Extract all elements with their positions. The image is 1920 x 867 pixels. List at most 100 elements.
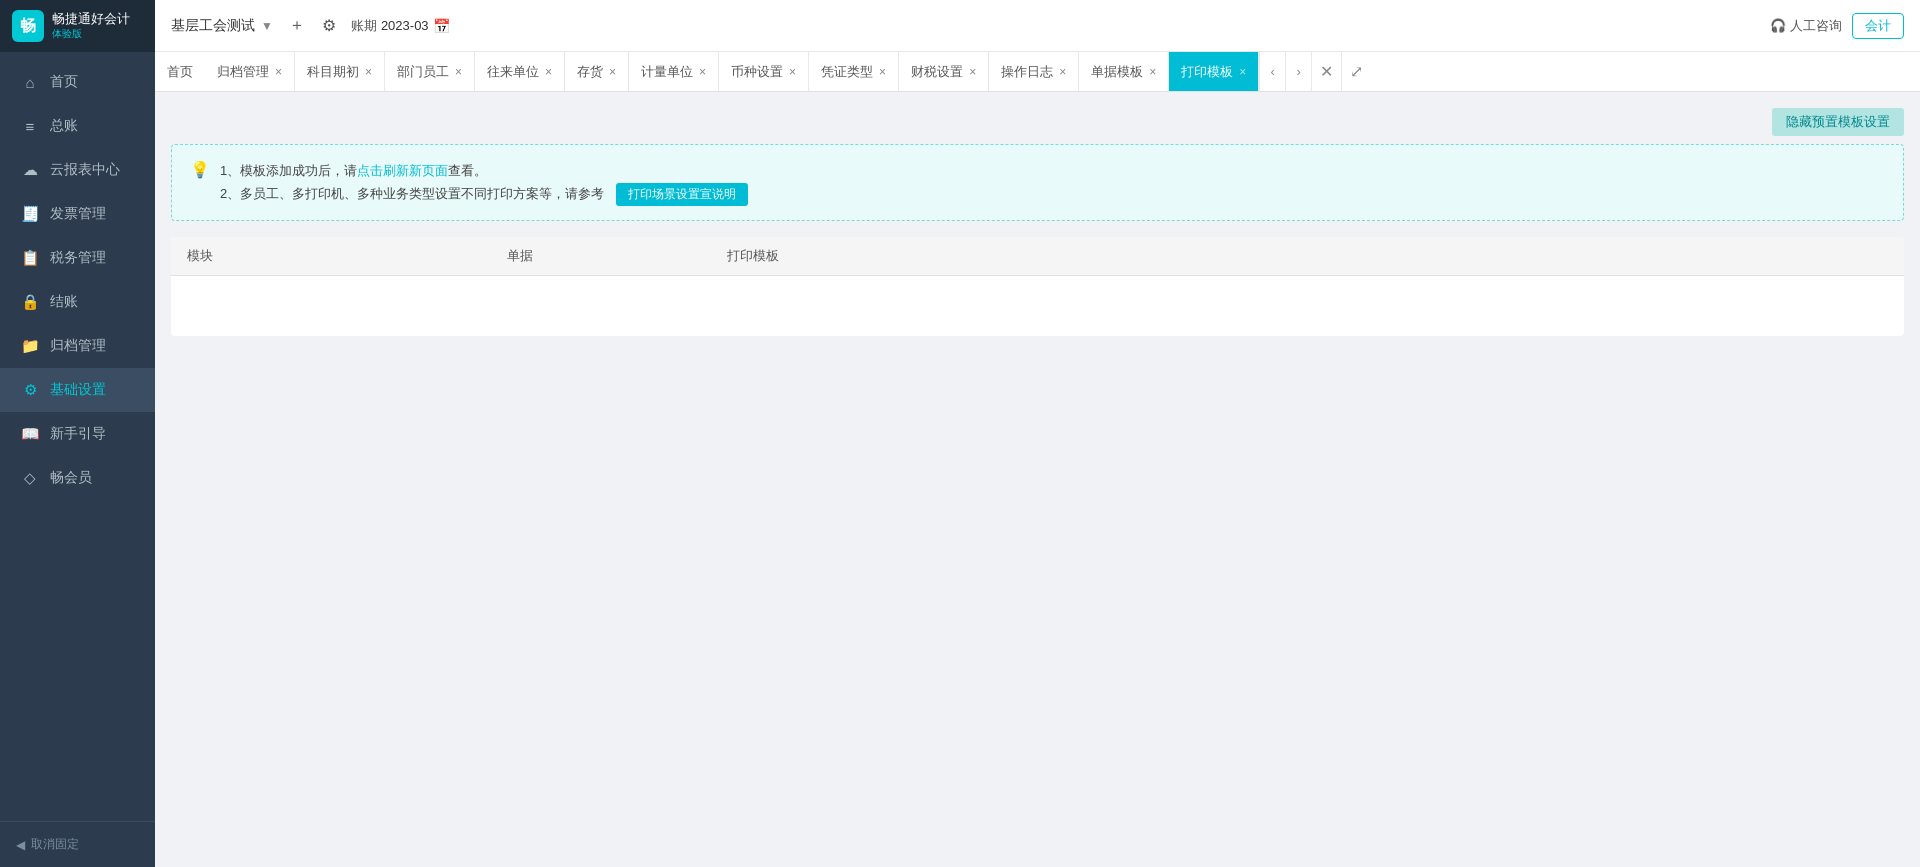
tab-subject-label: 科目期初 (307, 63, 359, 81)
bulb-icon: 💡 (190, 160, 210, 179)
sidebar-label-settings: 基础设置 (50, 381, 106, 399)
tab-department[interactable]: 部门员工 × (385, 52, 475, 91)
tab-oplog-label: 操作日志 (1001, 63, 1053, 81)
guide-icon: 📖 (20, 424, 40, 444)
tab-print-template[interactable]: 打印模板 × (1169, 52, 1259, 91)
content-area: 隐藏预置模板设置 💡 1、模板添加成功后，请点击刷新新页面查看。 2、多员工、多… (155, 92, 1920, 867)
tab-measure[interactable]: 计量单位 × (629, 52, 719, 91)
tab-tax-settings-label: 财税设置 (911, 63, 963, 81)
tab-single-template-label: 单据模板 (1091, 63, 1143, 81)
tab-contacts[interactable]: 往来单位 × (475, 52, 565, 91)
company-selector[interactable]: 基层工会测试 ▼ (171, 17, 273, 35)
tab-archive[interactable]: 归档管理 × (205, 52, 295, 91)
sidebar-label-reports: 云报表中心 (50, 161, 120, 179)
tab-tax-settings-close[interactable]: × (969, 65, 976, 79)
sidebar-unpin-button[interactable]: ◀ 取消固定 (0, 821, 155, 867)
add-tab-button[interactable]: ＋ (285, 14, 309, 38)
banner-text: 1、模板添加成功后，请点击刷新新页面查看。 2、多员工、多打印机、多种业务类型设… (220, 159, 748, 206)
sidebar-label-vip: 畅会员 (50, 469, 92, 487)
company-dropdown-icon: ▼ (261, 19, 273, 33)
column-header-template: 打印模板 (711, 237, 1904, 275)
sidebar-item-reports[interactable]: ☁ 云报表中心 (0, 148, 155, 192)
tab-inventory-label: 存货 (577, 63, 603, 81)
tab-single-template[interactable]: 单据模板 × (1079, 52, 1169, 91)
tab-home-label: 首页 (167, 63, 193, 81)
sidebar-item-vip[interactable]: ◇ 畅会员 (0, 456, 155, 500)
tab-oplog-close[interactable]: × (1059, 65, 1066, 79)
tab-oplog[interactable]: 操作日志 × (989, 52, 1079, 91)
period-value: 2023-03 (381, 18, 429, 33)
tab-subject-close[interactable]: × (365, 65, 372, 79)
tax-icon: 📋 (20, 248, 40, 268)
sidebar: 畅 畅捷通好会计 体验版 ⌂ 首页 ≡ 总账 ☁ 云报表中心 🧾 发票管理 📋 … (0, 0, 155, 867)
ledger-icon: ≡ (20, 116, 40, 136)
archive-icon: 📁 (20, 336, 40, 356)
tab-subject[interactable]: 科目期初 × (295, 52, 385, 91)
kuaiji-button[interactable]: 会计 (1852, 13, 1904, 39)
sidebar-item-invoice[interactable]: 🧾 发票管理 (0, 192, 155, 236)
tab-measure-close[interactable]: × (699, 65, 706, 79)
settings-icon: ⚙ (20, 380, 40, 400)
sidebar-item-tax[interactable]: 📋 税务管理 (0, 236, 155, 280)
sidebar-label-closing: 结账 (50, 293, 78, 311)
tab-archive-label: 归档管理 (217, 63, 269, 81)
closing-icon: 🔒 (20, 292, 40, 312)
hide-settings-row: 隐藏预置模板设置 (171, 108, 1904, 136)
period-display: 账期 2023-03 📅 (351, 17, 450, 35)
tab-home[interactable]: 首页 (155, 52, 205, 91)
support-button[interactable]: 🎧 人工咨询 (1770, 17, 1842, 35)
tab-department-close[interactable]: × (455, 65, 462, 79)
table-header: 模块 单据 打印模板 (171, 237, 1904, 276)
print-scene-button[interactable]: 打印场景设置宣说明 (616, 183, 748, 206)
sidebar-nav: ⌂ 首页 ≡ 总账 ☁ 云报表中心 🧾 发票管理 📋 税务管理 🔒 结账 📁 归… (0, 52, 155, 821)
banner-line1-suffix: 查看。 (448, 163, 487, 178)
tab-print-template-close[interactable]: × (1239, 65, 1246, 79)
tab-single-template-close[interactable]: × (1149, 65, 1156, 79)
hide-preset-settings-button[interactable]: 隐藏预置模板设置 (1772, 108, 1904, 136)
topbar-actions: ＋ ⚙ (285, 14, 341, 38)
sidebar-label-invoice: 发票管理 (50, 205, 106, 223)
main-area: 基层工会测试 ▼ ＋ ⚙ 账期 2023-03 📅 🎧 人工咨询 会计 首页 归… (155, 0, 1920, 867)
tab-currency-label: 币种设置 (731, 63, 783, 81)
settings-button[interactable]: ⚙ (317, 14, 341, 38)
sidebar-label-tax: 税务管理 (50, 249, 106, 267)
close-all-tabs-button[interactable]: ✕ (1311, 52, 1341, 92)
tab-contacts-close[interactable]: × (545, 65, 552, 79)
calendar-icon[interactable]: 📅 (433, 18, 450, 34)
tab-archive-close[interactable]: × (275, 65, 282, 79)
tab-prev-button[interactable]: ‹ (1259, 52, 1285, 92)
tab-tax-settings[interactable]: 财税设置 × (899, 52, 989, 91)
app-logo-icon: 畅 (12, 10, 44, 42)
tab-voucher-close[interactable]: × (879, 65, 886, 79)
sidebar-item-ledger[interactable]: ≡ 总账 (0, 104, 155, 148)
vip-icon: ◇ (20, 468, 40, 488)
sidebar-item-settings[interactable]: ⚙ 基础设置 (0, 368, 155, 412)
tab-inventory[interactable]: 存货 × (565, 52, 629, 91)
sidebar-item-guide[interactable]: 📖 新手引导 (0, 412, 155, 456)
tab-print-template-label: 打印模板 (1181, 63, 1233, 81)
sidebar-item-closing[interactable]: 🔒 结账 (0, 280, 155, 324)
tab-voucher[interactable]: 凭证类型 × (809, 52, 899, 91)
unpin-icon: ◀ (16, 838, 25, 852)
tab-voucher-label: 凭证类型 (821, 63, 873, 81)
expand-button[interactable]: ⤢ (1341, 52, 1371, 92)
support-label: 人工咨询 (1790, 17, 1842, 35)
tab-currency-close[interactable]: × (789, 65, 796, 79)
unpin-label: 取消固定 (31, 836, 79, 853)
print-template-table: 模块 单据 打印模板 (171, 237, 1904, 336)
home-icon: ⌂ (20, 72, 40, 92)
tab-contacts-label: 往来单位 (487, 63, 539, 81)
sidebar-label-home: 首页 (50, 73, 78, 91)
tab-next-button[interactable]: › (1285, 52, 1311, 92)
info-banner: 💡 1、模板添加成功后，请点击刷新新页面查看。 2、多员工、多打印机、多种业务类… (171, 144, 1904, 221)
sidebar-label-archive: 归档管理 (50, 337, 106, 355)
sidebar-item-archive[interactable]: 📁 归档管理 (0, 324, 155, 368)
sidebar-logo: 畅 畅捷通好会计 体验版 (0, 0, 155, 52)
tab-currency[interactable]: 币种设置 × (719, 52, 809, 91)
tab-inventory-close[interactable]: × (609, 65, 616, 79)
app-subtitle: 体验版 (52, 27, 130, 41)
column-header-doc: 单据 (491, 237, 711, 275)
banner-line1: 1、模板添加成功后，请点击刷新新页面查看。 (220, 159, 748, 182)
banner-refresh-link[interactable]: 点击刷新新页面 (357, 163, 448, 178)
sidebar-item-home[interactable]: ⌂ 首页 (0, 60, 155, 104)
